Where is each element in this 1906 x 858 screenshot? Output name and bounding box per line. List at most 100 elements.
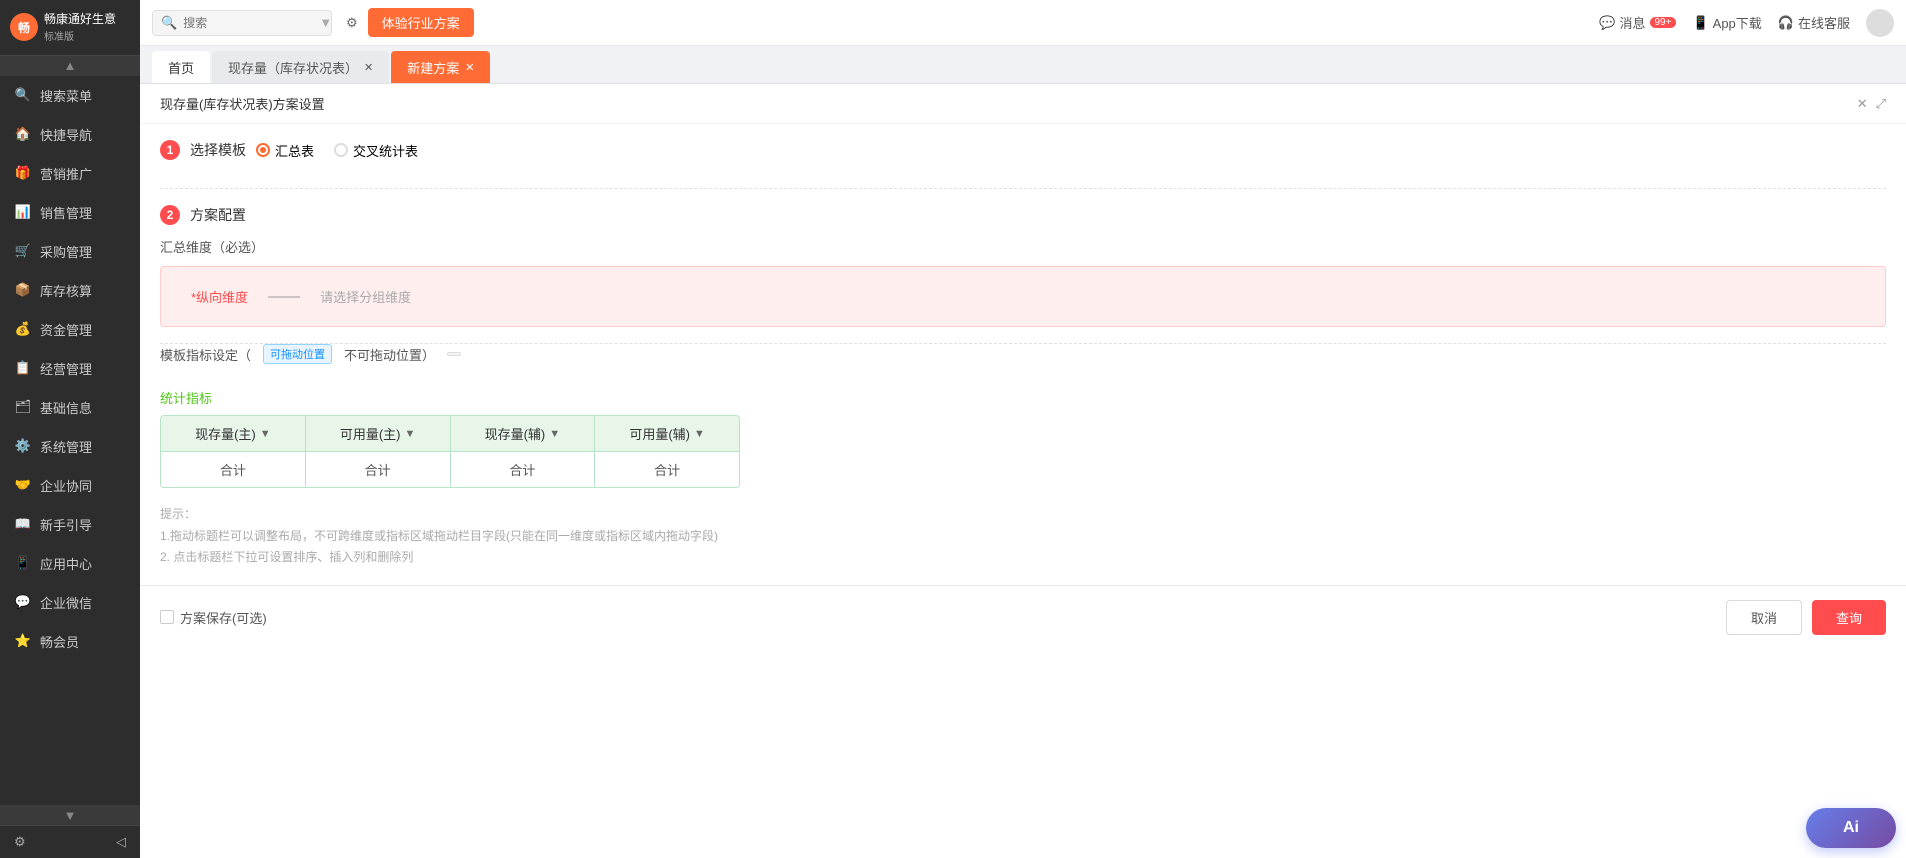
col-3-label: 现存量(辅)	[485, 424, 546, 443]
folder-icon: 🗂	[14, 398, 32, 416]
logo-icon: 畅	[10, 13, 38, 41]
sidebar-item-app-center[interactable]: 📱 应用中心	[0, 544, 140, 583]
app-download-action[interactable]: 📱 App下载	[1692, 13, 1761, 32]
sidebar-nav: 🔍 搜索菜单 🏠 快捷导航 🎁 营销推广 📊 销售管理 🛒 采购管理 📦 库存核…	[0, 76, 140, 805]
tab-new-plan[interactable]: 新建方案 ✕	[391, 51, 490, 83]
app-download-label: App下载	[1713, 13, 1762, 32]
search-input[interactable]	[183, 16, 313, 30]
gear-icon[interactable]: ⚙	[346, 15, 358, 31]
cell-4: 合计	[595, 452, 739, 487]
close-icon[interactable]: ✕	[1857, 96, 1868, 112]
customer-service-action[interactable]: 🎧 在线客服	[1778, 13, 1850, 32]
tab-home[interactable]: 首页	[152, 51, 210, 83]
radio-summary-dot	[256, 143, 270, 157]
sidebar-scroll-up[interactable]: ▲	[0, 56, 140, 76]
sidebar-item-enterprise-wechat[interactable]: 💬 企业微信	[0, 583, 140, 622]
tab-inventory-status[interactable]: 现存量（库存状况表） ✕	[212, 51, 389, 83]
stats-table-body: 合计 合计 合计 合计	[161, 451, 739, 487]
search-icon: 🔍	[161, 15, 177, 31]
customer-service-label: 在线客服	[1798, 13, 1850, 32]
message-action[interactable]: 💬 消息 99+	[1599, 13, 1676, 32]
content-area: 现存量(库存状况表)方案设置 ✕ ⤢ 1 选择模板 汇总表	[140, 84, 1906, 858]
sidebar-item-system[interactable]: ⚙️ 系统管理	[0, 427, 140, 466]
col-3-arrow[interactable]: ▼	[549, 428, 560, 440]
stats-section: 统计指标 现存量(主) ▼ 可用量(主) ▼ 现存量(辅) ▼	[140, 388, 1906, 488]
bottom-buttons: 取消 查询	[1726, 600, 1886, 635]
sidebar-item-operations[interactable]: 📋 经营管理	[0, 349, 140, 388]
stats-table: 现存量(主) ▼ 可用量(主) ▼ 现存量(辅) ▼ 可用量(辅)	[160, 415, 740, 488]
col-3-header[interactable]: 现存量(辅) ▼	[451, 416, 596, 451]
sidebar-item-membership[interactable]: ⭐ 畅会员	[0, 622, 140, 661]
gift-icon: 🎁	[14, 164, 32, 182]
template-options: 汇总表 交叉统计表	[256, 141, 418, 160]
settings-icon[interactable]: ⚙	[14, 834, 26, 850]
sidebar-label-operations: 经营管理	[40, 359, 92, 378]
box-icon: 📦	[14, 281, 32, 299]
radio-summary-label: 汇总表	[275, 141, 314, 160]
sidebar-item-search[interactable]: 🔍 搜索菜单	[0, 76, 140, 115]
sidebar-item-basic-info[interactable]: 🗂 基础信息	[0, 388, 140, 427]
radio-cross[interactable]: 交叉统计表	[334, 141, 418, 160]
sidebar-label-membership: 畅会员	[40, 632, 79, 651]
tab-inventory-close[interactable]: ✕	[364, 61, 373, 74]
chart-icon: 📊	[14, 203, 32, 221]
panel-title: 现存量(库存状况表)方案设置	[160, 94, 325, 113]
sidebar-scroll-down[interactable]: ▼	[0, 805, 140, 825]
sidebar-item-sales[interactable]: 📊 销售管理	[0, 193, 140, 232]
step1-badge: 1	[160, 140, 180, 160]
handshake-icon: 🤝	[14, 476, 32, 494]
book-icon: 📖	[14, 515, 32, 533]
sidebar-label-enterprise-wechat: 企业微信	[40, 593, 92, 612]
col-2-arrow[interactable]: ▼	[405, 428, 416, 440]
panel: 现存量(库存状况表)方案设置 ✕ ⤢ 1 选择模板 汇总表	[140, 84, 1906, 858]
step1-header: 1 选择模板 汇总表 交叉统计表	[160, 140, 1886, 160]
sidebar-label-marketing: 营销推广	[40, 164, 92, 183]
col-4-header[interactable]: 可用量(辅) ▼	[595, 416, 739, 451]
message-label: 消息	[1619, 13, 1645, 32]
trial-button[interactable]: 体验行业方案	[368, 8, 474, 37]
col-1-arrow[interactable]: ▼	[260, 428, 271, 440]
headset-icon: 🎧	[1778, 15, 1794, 31]
save-checkbox[interactable]	[160, 610, 174, 624]
dimension-box[interactable]: *纵向维度 —— 请选择分组维度	[160, 266, 1886, 327]
radio-summary[interactable]: 汇总表	[256, 141, 314, 160]
star-icon: ⭐	[14, 632, 32, 650]
cell-3: 合计	[451, 452, 596, 487]
panel-icons: ✕ ⤢	[1857, 96, 1886, 112]
message-icon: 💬	[1599, 15, 1615, 31]
sidebar-footer: ⚙ ◁	[0, 825, 140, 858]
radio-cross-dot	[334, 143, 348, 157]
col-2-header[interactable]: 可用量(主) ▼	[306, 416, 451, 451]
stats-label: 统计指标	[160, 388, 1886, 407]
step1-title: 选择模板	[190, 140, 246, 160]
sidebar-item-enterprise[interactable]: 🤝 企业协同	[0, 466, 140, 505]
query-button[interactable]: 查询	[1812, 600, 1886, 635]
panel-header: 现存量(库存状况表)方案设置 ✕ ⤢	[140, 84, 1906, 124]
col-4-label: 可用量(辅)	[629, 424, 690, 443]
sidebar-item-marketing[interactable]: 🎁 营销推广	[0, 154, 140, 193]
sidebar-item-purchase[interactable]: 🛒 采购管理	[0, 232, 140, 271]
sidebar-item-inventory[interactable]: 📦 库存核算	[0, 271, 140, 310]
sidebar-item-quick-nav[interactable]: 🏠 快捷导航	[0, 115, 140, 154]
expand-icon[interactable]: ⤢	[1876, 96, 1886, 112]
cancel-button[interactable]: 取消	[1726, 600, 1802, 635]
draggable-badge: 可拖动位置	[263, 344, 332, 364]
tips-section: 提示： 1.拖动标题栏可以调整布局，不可跨维度或指标区域拖动栏目字段(只能在同一…	[140, 488, 1906, 585]
app-edition: 标准版	[44, 28, 116, 43]
sidebar-item-finance[interactable]: 💰 资金管理	[0, 310, 140, 349]
audio-icon[interactable]: ◁	[116, 834, 126, 850]
top-bar-actions: 💬 消息 99+ 📱 App下载 🎧 在线客服	[1599, 9, 1894, 37]
col-1-header[interactable]: 现存量(主) ▼	[161, 416, 306, 451]
tab-new-plan-close[interactable]: ✕	[465, 61, 474, 74]
sidebar-label-system: 系统管理	[40, 437, 92, 456]
sidebar-item-guide[interactable]: 📖 新手引导	[0, 505, 140, 544]
phone-icon: 📱	[14, 554, 32, 572]
ai-float-button[interactable]: Ai	[1806, 808, 1896, 848]
col-4-arrow[interactable]: ▼	[694, 428, 705, 440]
user-avatar[interactable]	[1866, 9, 1894, 37]
search-icon: 🔍	[14, 86, 32, 104]
sidebar-label-basic-info: 基础信息	[40, 398, 92, 417]
search-box[interactable]: 🔍 ▼	[152, 10, 332, 36]
dropdown-icon[interactable]: ▼	[319, 15, 332, 30]
ai-label: Ai	[1843, 819, 1859, 837]
